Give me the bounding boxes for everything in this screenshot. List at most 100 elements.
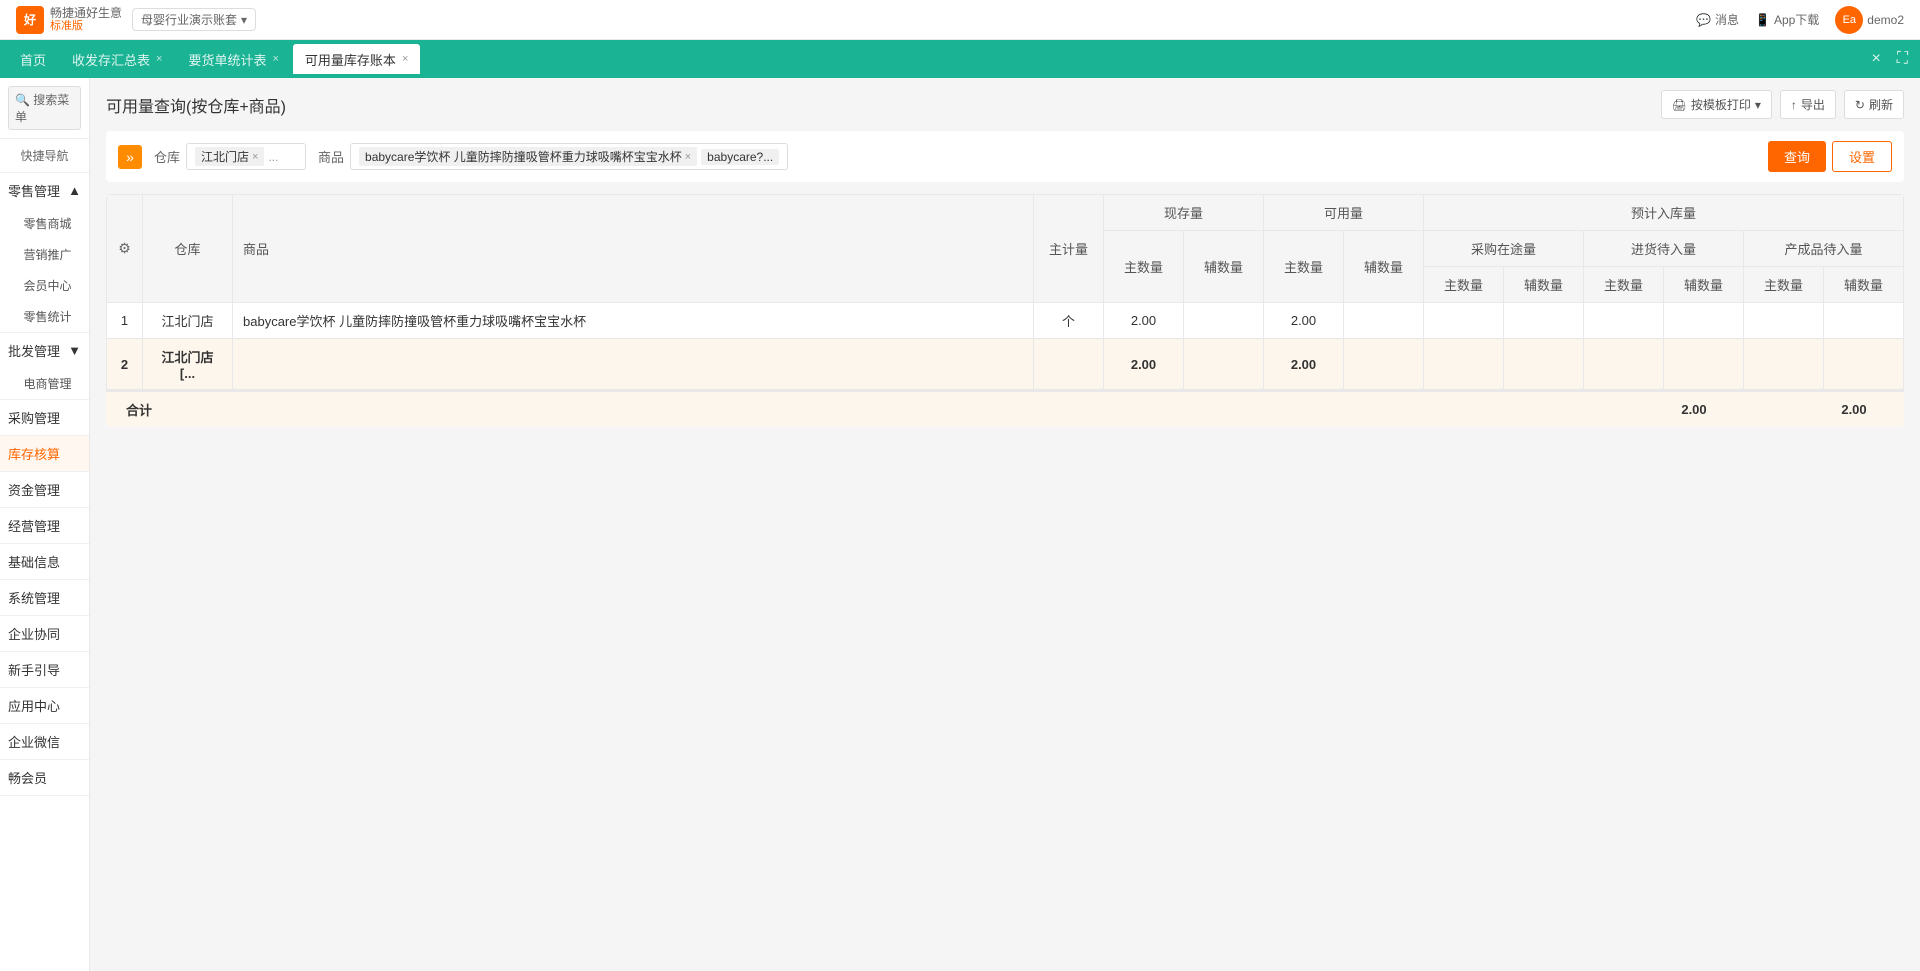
sidebar-item-retail-stats[interactable]: 零售统计 xyxy=(0,301,89,332)
search-icon: 🔍 xyxy=(15,93,30,107)
sidebar-group-purchase-header[interactable]: 采购管理 xyxy=(0,400,89,435)
tab-available-stock[interactable]: 可用量库存账本 × xyxy=(293,44,420,74)
sidebar-item-retail-mall[interactable]: 零售商城 xyxy=(0,208,89,239)
query-button[interactable]: 查询 xyxy=(1768,141,1826,172)
sidebar-group-inventory: 库存核算 xyxy=(0,436,89,472)
filter-product: 商品 babycare学饮杯 儿童防摔防撞吸管杯重力球吸嘴杯宝宝水杯 × bab… xyxy=(318,143,788,170)
col-production-pending-header: 产成品待入量 xyxy=(1744,231,1904,267)
subtotal-stock-aux xyxy=(1184,339,1264,390)
col-planned-group-header: 预计入库量 xyxy=(1424,195,1904,231)
quick-nav-button[interactable]: 快捷导航 xyxy=(0,139,89,173)
col-purchase-aux-header: 辅数量 xyxy=(1504,267,1584,303)
col-settings[interactable]: ⚙ xyxy=(107,195,143,303)
row-num-1: 1 xyxy=(107,303,143,339)
user-menu[interactable]: Ea demo2 xyxy=(1835,6,1904,34)
warehouse-tag: 江北门店 × xyxy=(195,147,264,166)
sidebar-group-wholesale-header[interactable]: 批发管理 ▼ xyxy=(0,333,89,368)
message-button[interactable]: 💬 消息 xyxy=(1696,11,1739,28)
print-button[interactable]: 🖨 按模板打印 ▾ xyxy=(1661,90,1772,119)
col-stock-group-header: 现存量 xyxy=(1104,195,1264,231)
page-header: 可用量查询(按仓库+商品) 🖨 按模板打印 ▾ ↑ 导出 ↻ 刷新 xyxy=(106,90,1904,119)
sidebar-group-app-center-header[interactable]: 应用中心 xyxy=(0,688,89,723)
sidebar-group-wholesale: 批发管理 ▼ 电商管理 xyxy=(0,333,89,400)
product-tag1: babycare学饮杯 儿童防摔防撞吸管杯重力球吸嘴杯宝宝水杯 × xyxy=(359,147,697,166)
row-purchase-aux-1 xyxy=(1504,303,1584,339)
row-incoming-main-1 xyxy=(1584,303,1664,339)
sidebar: 🔍 搜索菜单 快捷导航 零售管理 ▲ 零售商城 营销推广 会员中心 零售统计 批… xyxy=(0,78,90,971)
subtotal-produced-aux xyxy=(1824,339,1904,390)
product-filter-input[interactable]: babycare学饮杯 儿童防摔防撞吸管杯重力球吸嘴杯宝宝水杯 × babyca… xyxy=(350,143,788,170)
table-subtotal-row: 2 江北门店 [... 2.00 2.00 xyxy=(107,339,1904,390)
col-product-header: 商品 xyxy=(233,195,1034,303)
tab-close-order-stats[interactable]: × xyxy=(272,53,278,65)
top-bar: 好 畅捷通好生意 标准版 母婴行业演示账套 ▾ 💬 消息 📱 App下载 Ea … xyxy=(0,0,1920,40)
footer-values: 2.00 2.00 xyxy=(1214,402,1894,417)
row-warehouse-1: 江北门店 xyxy=(143,303,233,339)
table-footer: 合计 2.00 2.00 xyxy=(106,390,1904,427)
industry-selector[interactable]: 母婴行业演示账套 ▾ xyxy=(132,8,256,31)
product-tag1-close[interactable]: × xyxy=(685,151,691,163)
filter-toggle-button[interactable]: » xyxy=(118,145,142,169)
search-menu-button[interactable]: 🔍 搜索菜单 xyxy=(8,86,81,130)
row-unit-1: 个 xyxy=(1034,303,1104,339)
page-actions: 🖨 按模板打印 ▾ ↑ 导出 ↻ 刷新 xyxy=(1661,90,1904,119)
product-tag2: babycare?... xyxy=(701,149,779,165)
export-button[interactable]: ↑ 导出 xyxy=(1780,90,1836,119)
tab-home[interactable]: 首页 xyxy=(8,44,58,74)
sidebar-item-member-center[interactable]: 会员中心 xyxy=(0,270,89,301)
row-product-1: babycare学饮杯 儿童防摔防撞吸管杯重力球吸嘴杯宝宝水杯 xyxy=(233,303,1034,339)
tab-order-stats[interactable]: 要货单统计表 × xyxy=(176,44,290,74)
subtotal-purchase-aux xyxy=(1504,339,1584,390)
app-download-button[interactable]: 📱 App下载 xyxy=(1755,11,1819,28)
subtotal-warehouse: 江北门店 [... xyxy=(143,339,233,390)
chevron-down-icon: ▼ xyxy=(68,343,81,358)
filter-more-icon[interactable]: ... xyxy=(268,150,278,164)
subtotal-avail-aux xyxy=(1344,339,1424,390)
subtotal-product xyxy=(233,339,1034,390)
sidebar-group-basic-header[interactable]: 基础信息 xyxy=(0,544,89,579)
sidebar-group-member: 畅会员 xyxy=(0,760,89,796)
sidebar-group-finance-header[interactable]: 资金管理 xyxy=(0,472,89,507)
chevron-down-icon: ▾ xyxy=(1755,98,1761,112)
warehouse-tag-close[interactable]: × xyxy=(252,151,258,163)
top-bar-right: 💬 消息 📱 App下载 Ea demo2 xyxy=(1696,6,1904,34)
filter-section: » 仓库 江北门店 × ... 商品 xyxy=(106,131,1904,182)
sidebar-group-wechat-header[interactable]: 企业微信 xyxy=(0,724,89,759)
sidebar-group-enterprise-header[interactable]: 企业协同 xyxy=(0,616,89,651)
sidebar-group-purchase: 采购管理 xyxy=(0,400,89,436)
tab-close-available-stock[interactable]: × xyxy=(402,53,408,65)
col-main-unit-header: 主计量 xyxy=(1034,195,1104,303)
sidebar-group-operations-header[interactable]: 经营管理 xyxy=(0,508,89,543)
tab-fullscreen-button[interactable]: ⛶ xyxy=(1893,48,1912,70)
tab-bar: 首页 收发存汇总表 × 要货单统计表 × 可用量库存账本 × × ⛶ xyxy=(0,40,1920,78)
sidebar-group-system: 系统管理 xyxy=(0,580,89,616)
row-stock-aux-1 xyxy=(1184,303,1264,339)
sidebar-item-marketing[interactable]: 营销推广 xyxy=(0,239,89,270)
settings-button[interactable]: 设置 xyxy=(1832,141,1892,172)
tab-close-all-button[interactable]: × xyxy=(1867,48,1884,70)
sidebar-group-finance: 资金管理 xyxy=(0,472,89,508)
row-produced-aux-1 xyxy=(1824,303,1904,339)
row-purchase-main-1 xyxy=(1424,303,1504,339)
sidebar-group-member-header[interactable]: 畅会员 xyxy=(0,760,89,795)
sidebar-group-retail-header[interactable]: 零售管理 ▲ xyxy=(0,173,89,208)
content-area: 可用量查询(按仓库+商品) 🖨 按模板打印 ▾ ↑ 导出 ↻ 刷新 xyxy=(90,78,1920,971)
refresh-button[interactable]: ↻ 刷新 xyxy=(1844,90,1904,119)
sidebar-item-ecommerce[interactable]: 电商管理 xyxy=(0,368,89,399)
filter-actions: 查询 设置 xyxy=(1768,141,1892,172)
settings-icon[interactable]: ⚙ xyxy=(118,240,131,256)
sidebar-group-system-header[interactable]: 系统管理 xyxy=(0,580,89,615)
col-incoming-main-header: 主数量 xyxy=(1584,267,1664,303)
warehouse-filter-input[interactable]: 江北门店 × ... xyxy=(186,143,306,170)
data-table: ⚙ 仓库 商品 主计量 现存量 可用量 预计入库量 主数量 xyxy=(106,194,1904,390)
tab-close-receivable[interactable]: × xyxy=(156,53,162,65)
row-avail-aux-1 xyxy=(1344,303,1424,339)
scroll-area[interactable]: ⚙ 仓库 商品 主计量 现存量 可用量 预计入库量 主数量 xyxy=(106,194,1904,390)
tab-receivable[interactable]: 收发存汇总表 × xyxy=(60,44,174,74)
sidebar-group-inventory-header[interactable]: 库存核算 xyxy=(0,436,89,471)
footer-stock-aux xyxy=(1734,402,1814,417)
col-produced-aux-header: 辅数量 xyxy=(1824,267,1904,303)
table-section: ⚙ 仓库 商品 主计量 现存量 可用量 预计入库量 主数量 xyxy=(106,194,1904,427)
sidebar-group-newbie-header[interactable]: 新手引导 xyxy=(0,652,89,687)
col-avail-aux-header: 辅数量 xyxy=(1344,231,1424,303)
